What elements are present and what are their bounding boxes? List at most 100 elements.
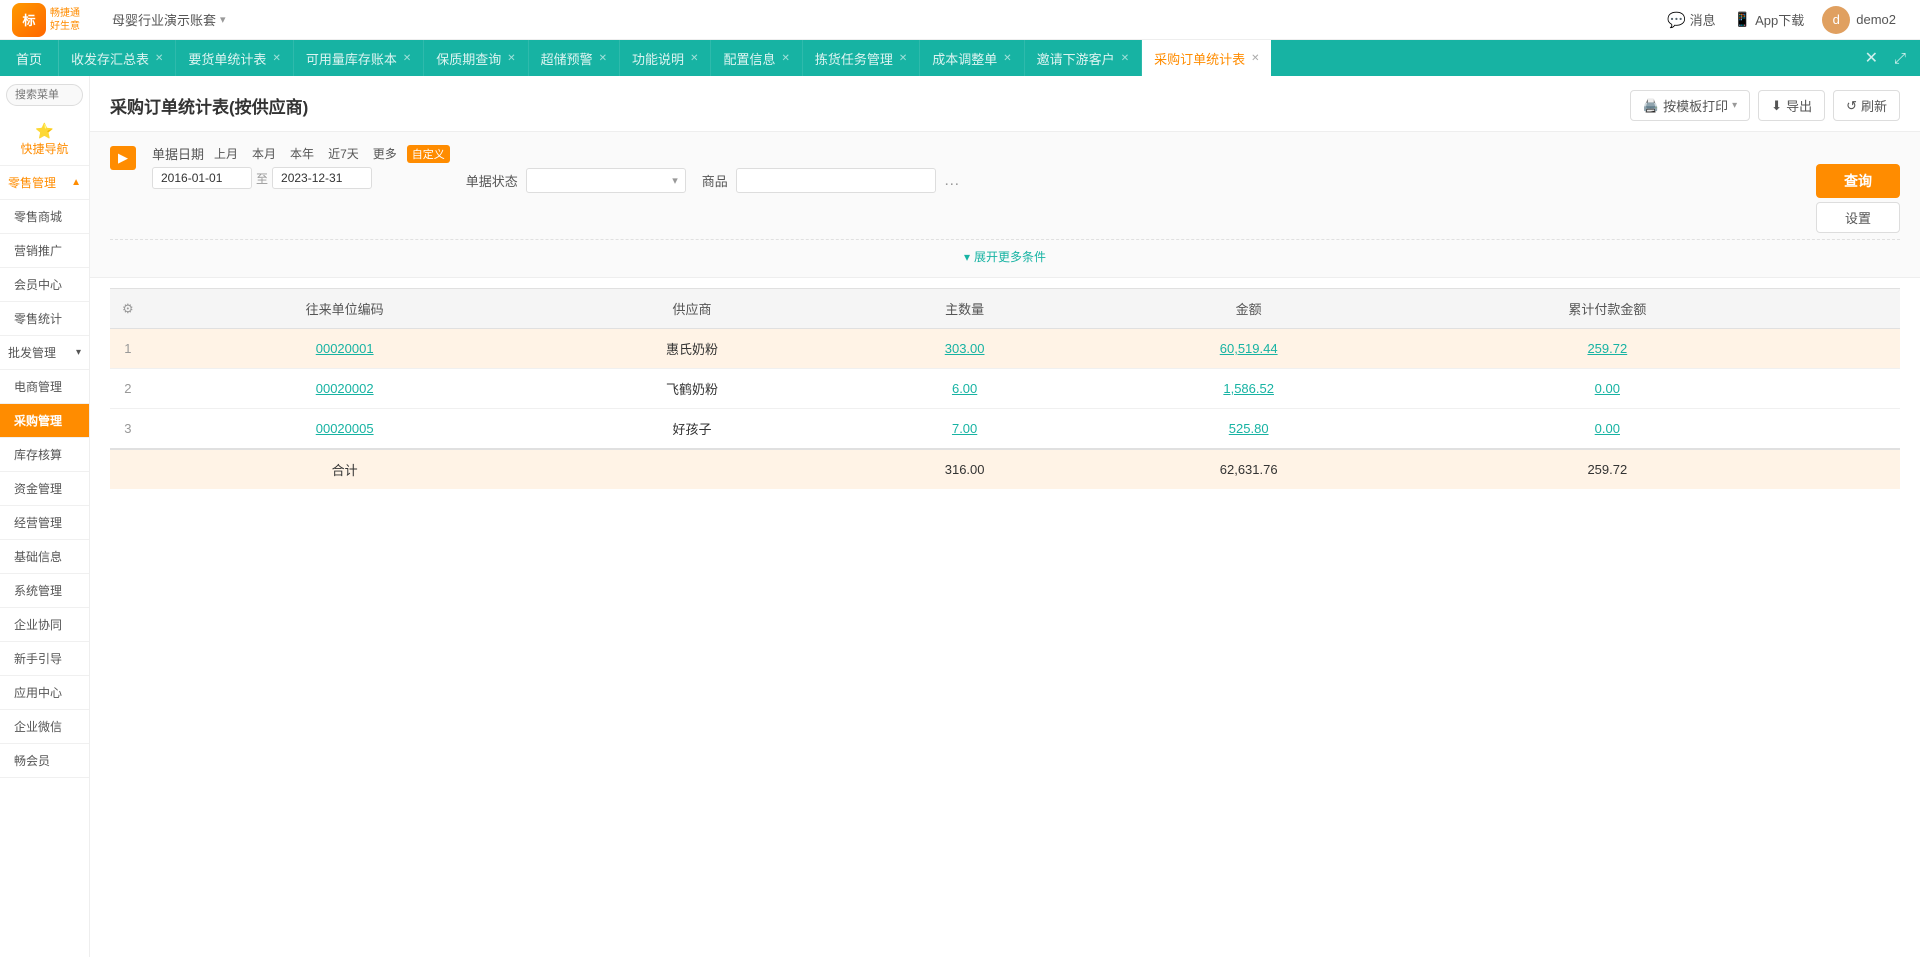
- date-shortcut-this-month[interactable]: 本月: [248, 144, 280, 163]
- sidebar-item-quick-nav[interactable]: ⭐ 快捷导航: [0, 114, 89, 166]
- tab-home-label: 首页: [16, 49, 42, 68]
- page-header: 采购订单统计表(按供应商) 🖨️ 按模板打印 ▾ ⬇ 导出 ↺ 刷新: [90, 76, 1920, 132]
- sidebar-item-enterprise-collab[interactable]: 企业协同: [0, 608, 89, 642]
- message-icon: 💬: [1667, 11, 1686, 29]
- row-extra: [1806, 369, 1900, 409]
- sidebar-item-app-center[interactable]: 应用中心: [0, 676, 89, 710]
- row-paid[interactable]: 0.00: [1408, 369, 1806, 409]
- logo-text: 畅捷通好生意: [50, 7, 80, 33]
- date-shortcut-last-month[interactable]: 上月: [210, 144, 242, 163]
- sidebar-item-purchase-mgmt[interactable]: 采购管理: [0, 404, 89, 438]
- row-qty[interactable]: 6.00: [840, 369, 1089, 409]
- row-qty[interactable]: 303.00: [840, 329, 1089, 369]
- sidebar-item-capital[interactable]: 资金管理: [0, 472, 89, 506]
- content-area: 采购订单统计表(按供应商) 🖨️ 按模板打印 ▾ ⬇ 导出 ↺ 刷新: [90, 76, 1920, 957]
- tab-close-收发存汇总表[interactable]: ✕: [155, 53, 163, 64]
- tab-配置信息[interactable]: 配置信息 ✕: [711, 40, 802, 76]
- date-to-input[interactable]: [272, 167, 372, 189]
- row-unit-code[interactable]: 00020001: [146, 329, 544, 369]
- date-shortcut-7days[interactable]: 近7天: [324, 144, 363, 163]
- nav-tabs-bar: 首页 收发存汇总表 ✕ 要货单统计表 ✕ 可用量库存账本 ✕ 保质期查询 ✕ 超…: [0, 40, 1920, 76]
- tab-close-成本调整单[interactable]: ✕: [1003, 53, 1011, 64]
- refresh-button[interactable]: ↺ 刷新: [1833, 90, 1900, 121]
- row-unit-code[interactable]: 00020005: [146, 409, 544, 450]
- workspace-selector[interactable]: 母婴行业演示账套 ▾: [112, 10, 226, 29]
- sidebar-item-biz-mgmt[interactable]: 经营管理: [0, 506, 89, 540]
- settings-button[interactable]: 设置: [1816, 202, 1900, 233]
- sidebar-item-basic-info[interactable]: 基础信息: [0, 540, 89, 574]
- expand-more-button[interactable]: ▾ 展开更多条件: [964, 248, 1046, 265]
- tab-邀请下游客户[interactable]: 邀请下游客户 ✕: [1025, 40, 1142, 76]
- tab-拣货任务管理[interactable]: 拣货任务管理 ✕: [803, 40, 920, 76]
- sidebar: ⭐ 快捷导航 零售管理 ▲ 零售商城 营销推广 会员中心 零售统计 批发管理 ▾: [0, 76, 90, 957]
- goods-more-icon[interactable]: …: [944, 172, 960, 190]
- row-amount[interactable]: 525.80: [1089, 409, 1408, 450]
- tab-close-配置信息[interactable]: ✕: [781, 53, 789, 64]
- tab-close-超储预警[interactable]: ✕: [599, 53, 607, 64]
- tab-close-采购订单统计表[interactable]: ✕: [1251, 53, 1259, 64]
- user-name: demo2: [1856, 12, 1896, 27]
- row-amount[interactable]: 1,586.52: [1089, 369, 1408, 409]
- sidebar-item-member2[interactable]: 畅会员: [0, 744, 89, 778]
- row-amount[interactable]: 60,519.44: [1089, 329, 1408, 369]
- sidebar-item-enterprise-wechat[interactable]: 企业微信: [0, 710, 89, 744]
- tab-收发存汇总表[interactable]: 收发存汇总表 ✕: [59, 40, 176, 76]
- quick-nav-label: 快捷导航: [20, 140, 68, 157]
- tab-close-要货单统计表[interactable]: ✕: [272, 53, 280, 64]
- tab-home[interactable]: 首页: [0, 40, 59, 76]
- export-button[interactable]: ⬇ 导出: [1758, 90, 1825, 121]
- sidebar-search-input[interactable]: [6, 84, 83, 106]
- status-select[interactable]: 草稿 已审核 已完成: [526, 168, 686, 193]
- col-extra-header: [1806, 289, 1900, 329]
- tab-采购订单统计表[interactable]: 采购订单统计表 ✕: [1142, 40, 1271, 76]
- sidebar-item-new-guide[interactable]: 新手引导: [0, 642, 89, 676]
- custom-badge: 自定义: [407, 145, 450, 163]
- tab-close-保质期查询[interactable]: ✕: [507, 53, 515, 64]
- date-filter: 单据日期 上月 本月 本年 近7天 更多 自定义 至: [152, 144, 450, 189]
- tab-功能说明[interactable]: 功能说明 ✕: [620, 40, 711, 76]
- sidebar-item-ecommerce[interactable]: 电商管理: [0, 370, 89, 404]
- table-container: ⚙ 往来单位编码 供应商 主数量 金额 累计付款金额 1: [90, 278, 1920, 957]
- tab-要货单统计表[interactable]: 要货单统计表 ✕: [176, 40, 293, 76]
- sidebar-item-stock-check[interactable]: 库存核算: [0, 438, 89, 472]
- row-paid[interactable]: 259.72: [1408, 329, 1806, 369]
- row-qty[interactable]: 7.00: [840, 409, 1089, 450]
- row-unit-code[interactable]: 00020002: [146, 369, 544, 409]
- tab-active-label: 采购订单统计表: [1154, 49, 1245, 68]
- sidebar-item-retail-mgmt[interactable]: 零售管理 ▲: [0, 166, 89, 200]
- sidebar-item-wholesale-mgmt[interactable]: 批发管理 ▾: [0, 336, 89, 370]
- app-download-label: App下载: [1755, 10, 1804, 29]
- tab-maximize-icon[interactable]: ⤢: [1888, 48, 1912, 69]
- filter-toggle-button[interactable]: ▶: [110, 146, 136, 170]
- sidebar-item-retail-shop[interactable]: 零售商城: [0, 200, 89, 234]
- date-shortcut-this-year[interactable]: 本年: [286, 144, 318, 163]
- app-download-button[interactable]: 📱 App下载: [1734, 10, 1805, 29]
- summary-empty-1: [110, 449, 146, 489]
- message-button[interactable]: 💬 消息: [1667, 10, 1716, 29]
- tab-成本调整单[interactable]: 成本调整单 ✕: [920, 40, 1024, 76]
- query-button[interactable]: 查询: [1816, 164, 1900, 198]
- sidebar-item-marketing[interactable]: 营销推广: [0, 234, 89, 268]
- tab-可用量库存账本[interactable]: 可用量库存账本 ✕: [294, 40, 424, 76]
- print-button[interactable]: 🖨️ 按模板打印 ▾: [1630, 90, 1750, 121]
- table-settings-icon[interactable]: ⚙: [122, 301, 134, 316]
- sidebar-item-retail-stats[interactable]: 零售统计: [0, 302, 89, 336]
- tab-超储预警[interactable]: 超储预警 ✕: [529, 40, 620, 76]
- tab-close-拣货任务管理[interactable]: ✕: [899, 53, 907, 64]
- tab-close-all-icon[interactable]: ✕: [1859, 46, 1884, 70]
- tab-close-邀请下游客户[interactable]: ✕: [1121, 53, 1129, 64]
- date-shortcut-more[interactable]: 更多: [369, 144, 401, 163]
- row-paid[interactable]: 0.00: [1408, 409, 1806, 450]
- page-title: 采购订单统计表(按供应商): [110, 93, 308, 118]
- summary-paid: 259.72: [1408, 449, 1806, 489]
- tab-close-可用量库存账本[interactable]: ✕: [403, 53, 411, 64]
- tab-保质期查询[interactable]: 保质期查询 ✕: [424, 40, 528, 76]
- goods-filter-label: 商品: [702, 171, 728, 190]
- sidebar-item-member[interactable]: 会员中心: [0, 268, 89, 302]
- col-settings[interactable]: ⚙: [110, 289, 146, 329]
- tab-close-功能说明[interactable]: ✕: [690, 53, 698, 64]
- sidebar-item-sys-mgmt[interactable]: 系统管理: [0, 574, 89, 608]
- date-from-input[interactable]: [152, 167, 252, 189]
- user-profile[interactable]: d demo2: [1822, 6, 1896, 34]
- goods-input[interactable]: [736, 168, 936, 193]
